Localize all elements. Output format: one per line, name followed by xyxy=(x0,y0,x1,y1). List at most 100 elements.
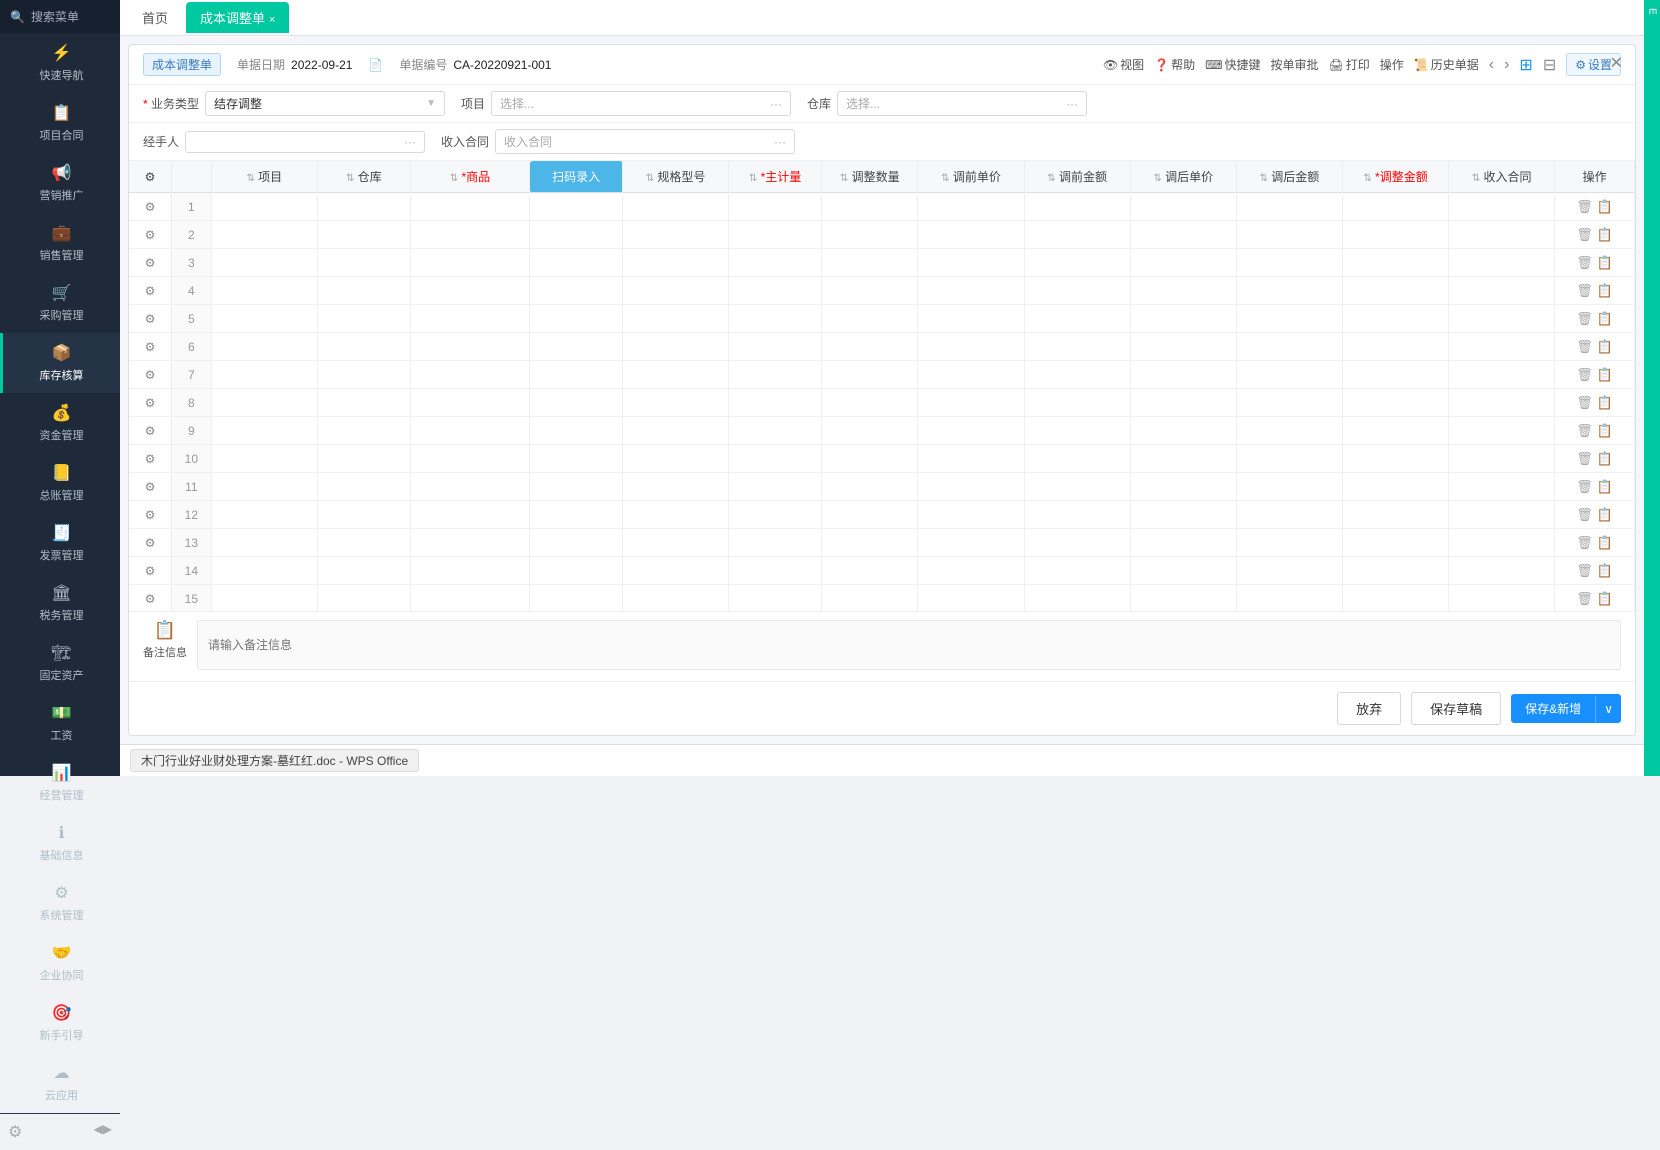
sidebar-item-purchase-mgmt[interactable]: 🛒采购管理 xyxy=(0,273,120,333)
row-delete-6[interactable]: 🗑 xyxy=(1576,339,1593,355)
discard-button[interactable]: 放弃 xyxy=(1337,692,1401,725)
tab-cost-adjust[interactable]: 成本调整单× xyxy=(186,2,289,33)
row-copy-12[interactable]: 📋 xyxy=(1597,507,1613,523)
row-delete-14[interactable]: 🗑 xyxy=(1576,563,1593,579)
row-copy-5[interactable]: 📋 xyxy=(1597,311,1613,327)
save-new-button[interactable]: 保存&新增 ∨ xyxy=(1511,694,1621,723)
sidebar-item-finance[interactable]: 💰资金管理 xyxy=(0,393,120,453)
nav-next[interactable]: › xyxy=(1504,56,1509,74)
sidebar-item-system[interactable]: ⚙系统管理 xyxy=(0,873,120,933)
col-adj-amount[interactable]: ⇅ *调整金额 xyxy=(1342,161,1448,193)
action-view[interactable]: 👁 视图 xyxy=(1103,56,1144,73)
row-delete-1[interactable]: 🗑 xyxy=(1576,199,1593,215)
col-after-price[interactable]: ⇅ 调后单价 xyxy=(1130,161,1236,193)
row-copy-15[interactable]: 📋 xyxy=(1597,591,1613,607)
row-delete-3[interactable]: 🗑 xyxy=(1576,255,1593,271)
row-delete-13[interactable]: 🗑 xyxy=(1576,535,1593,551)
col-income-contract[interactable]: ⇅ 收入合同 xyxy=(1449,161,1555,193)
row-gear-11[interactable]: ⚙ xyxy=(145,480,156,494)
sidebar-item-new-guide[interactable]: 🎯新手引导 xyxy=(0,993,120,1053)
row-copy-10[interactable]: 📋 xyxy=(1597,451,1613,467)
row-delete-10[interactable]: 🗑 xyxy=(1576,451,1593,467)
row-copy-2[interactable]: 📋 xyxy=(1597,227,1613,243)
biz-type-input[interactable]: 结存调整 ▼ xyxy=(205,91,445,116)
sidebar-item-corp[interactable]: 🤝企业协同 xyxy=(0,933,120,993)
col-gear[interactable]: ⚙ xyxy=(129,161,171,193)
action-shortcut[interactable]: ⌨ 快捷键 xyxy=(1205,56,1260,73)
action-review[interactable]: 按单审批 xyxy=(1271,56,1319,73)
row-gear-5[interactable]: ⚙ xyxy=(145,312,156,326)
save-draft-button[interactable]: 保存草稿 xyxy=(1411,692,1501,725)
col-before-amount[interactable]: ⇅ 调前金额 xyxy=(1024,161,1130,193)
row-copy-7[interactable]: 📋 xyxy=(1597,367,1613,383)
row-copy-11[interactable]: 📋 xyxy=(1597,479,1613,495)
col-project[interactable]: ⇅ 项目 xyxy=(211,161,317,193)
notes-input[interactable] xyxy=(197,620,1621,670)
row-gear-6[interactable]: ⚙ xyxy=(145,340,156,354)
row-delete-9[interactable]: 🗑 xyxy=(1576,423,1593,439)
sidebar-search[interactable]: 🔍 搜索菜单 xyxy=(0,0,120,33)
col-scan[interactable]: 扫码录入 xyxy=(530,161,623,193)
row-delete-8[interactable]: 🗑 xyxy=(1576,395,1593,411)
row-copy-14[interactable]: 📋 xyxy=(1597,563,1613,579)
col-adj-qty[interactable]: ⇅ 调整数量 xyxy=(821,161,917,193)
collapse-icon[interactable]: ◀▶ xyxy=(94,1122,112,1142)
handler-input[interactable]: ··· xyxy=(185,131,425,153)
tab-home[interactable]: 首页 xyxy=(128,2,182,33)
row-gear-3[interactable]: ⚙ xyxy=(145,256,156,270)
row-gear-8[interactable]: ⚙ xyxy=(145,396,156,410)
sidebar-item-quick-nav[interactable]: ⚡快速导航 xyxy=(0,33,120,93)
row-gear-14[interactable]: ⚙ xyxy=(145,564,156,578)
action-help[interactable]: ❓ 帮助 xyxy=(1154,56,1195,73)
save-new-arrow[interactable]: ∨ xyxy=(1595,696,1621,722)
row-copy-6[interactable]: 📋 xyxy=(1597,339,1613,355)
row-delete-7[interactable]: 🗑 xyxy=(1576,367,1593,383)
tab-close-cost-adjust[interactable]: × xyxy=(269,14,275,26)
warehouse-input[interactable]: 选择... ··· xyxy=(837,91,1087,116)
col-warehouse[interactable]: ⇅ 仓库 xyxy=(317,161,410,193)
income-contract-input[interactable]: 收入合同 ··· xyxy=(495,129,795,154)
row-gear-15[interactable]: ⚙ xyxy=(145,592,156,606)
view-toggle2[interactable]: ⊟ xyxy=(1543,55,1556,75)
row-gear-2[interactable]: ⚙ xyxy=(145,228,156,242)
sidebar-item-basic-info[interactable]: ℹ基础信息 xyxy=(0,813,120,873)
row-copy-4[interactable]: 📋 xyxy=(1597,283,1613,299)
row-delete-15[interactable]: 🗑 xyxy=(1576,591,1593,607)
sidebar-item-payroll[interactable]: 💵工资 xyxy=(0,693,120,753)
row-delete-4[interactable]: 🗑 xyxy=(1576,283,1593,299)
action-operate[interactable]: 操作 xyxy=(1380,56,1404,73)
row-gear-7[interactable]: ⚙ xyxy=(145,368,156,382)
row-delete-2[interactable]: 🗑 xyxy=(1576,227,1593,243)
nav-prev[interactable]: ‹ xyxy=(1489,56,1494,74)
row-copy-13[interactable]: 📋 xyxy=(1597,535,1613,551)
row-copy-1[interactable]: 📋 xyxy=(1597,199,1613,215)
row-delete-11[interactable]: 🗑 xyxy=(1576,479,1593,495)
col-product[interactable]: ⇅ *商品 xyxy=(410,161,529,193)
sidebar-item-tax[interactable]: 🏛税务管理 xyxy=(0,573,120,633)
row-gear-9[interactable]: ⚙ xyxy=(145,424,156,438)
row-gear-13[interactable]: ⚙ xyxy=(145,536,156,550)
project-input[interactable]: 选择... ··· xyxy=(491,91,791,116)
sidebar-item-project-contract[interactable]: 📋项目合同 xyxy=(0,93,120,153)
sidebar-item-ledger[interactable]: 📒总账管理 xyxy=(0,453,120,513)
taskbar-wps-item[interactable]: 木门行业好业财处理方案-墓红红.doc - WPS Office xyxy=(130,749,419,772)
sidebar-item-sales-promo[interactable]: 📢营销推广 xyxy=(0,153,120,213)
col-spec[interactable]: ⇅ 规格型号 xyxy=(623,161,729,193)
row-gear-1[interactable]: ⚙ xyxy=(145,200,156,214)
row-copy-8[interactable]: 📋 xyxy=(1597,395,1613,411)
action-history[interactable]: 📜 历史单据 xyxy=(1414,56,1479,73)
row-delete-5[interactable]: 🗑 xyxy=(1576,311,1593,327)
action-print[interactable]: 🖨 打印 xyxy=(1329,56,1370,73)
doc-close-button[interactable]: ✕ xyxy=(1610,53,1623,73)
sidebar-item-invoice[interactable]: 🧾发票管理 xyxy=(0,513,120,573)
row-copy-3[interactable]: 📋 xyxy=(1597,255,1613,271)
settings-icon[interactable]: ⚙ xyxy=(8,1122,22,1142)
sidebar-item-assets[interactable]: 🏗固定资产 xyxy=(0,633,120,693)
row-gear-10[interactable]: ⚙ xyxy=(145,452,156,466)
row-delete-12[interactable]: 🗑 xyxy=(1576,507,1593,523)
row-gear-12[interactable]: ⚙ xyxy=(145,508,156,522)
col-after-amount[interactable]: ⇅ 调后金额 xyxy=(1236,161,1342,193)
sidebar-item-cloud[interactable]: ☁云应用 xyxy=(0,1053,120,1113)
view-toggle1[interactable]: ⊞ xyxy=(1519,55,1532,75)
col-before-price[interactable]: ⇅ 调前单价 xyxy=(918,161,1024,193)
